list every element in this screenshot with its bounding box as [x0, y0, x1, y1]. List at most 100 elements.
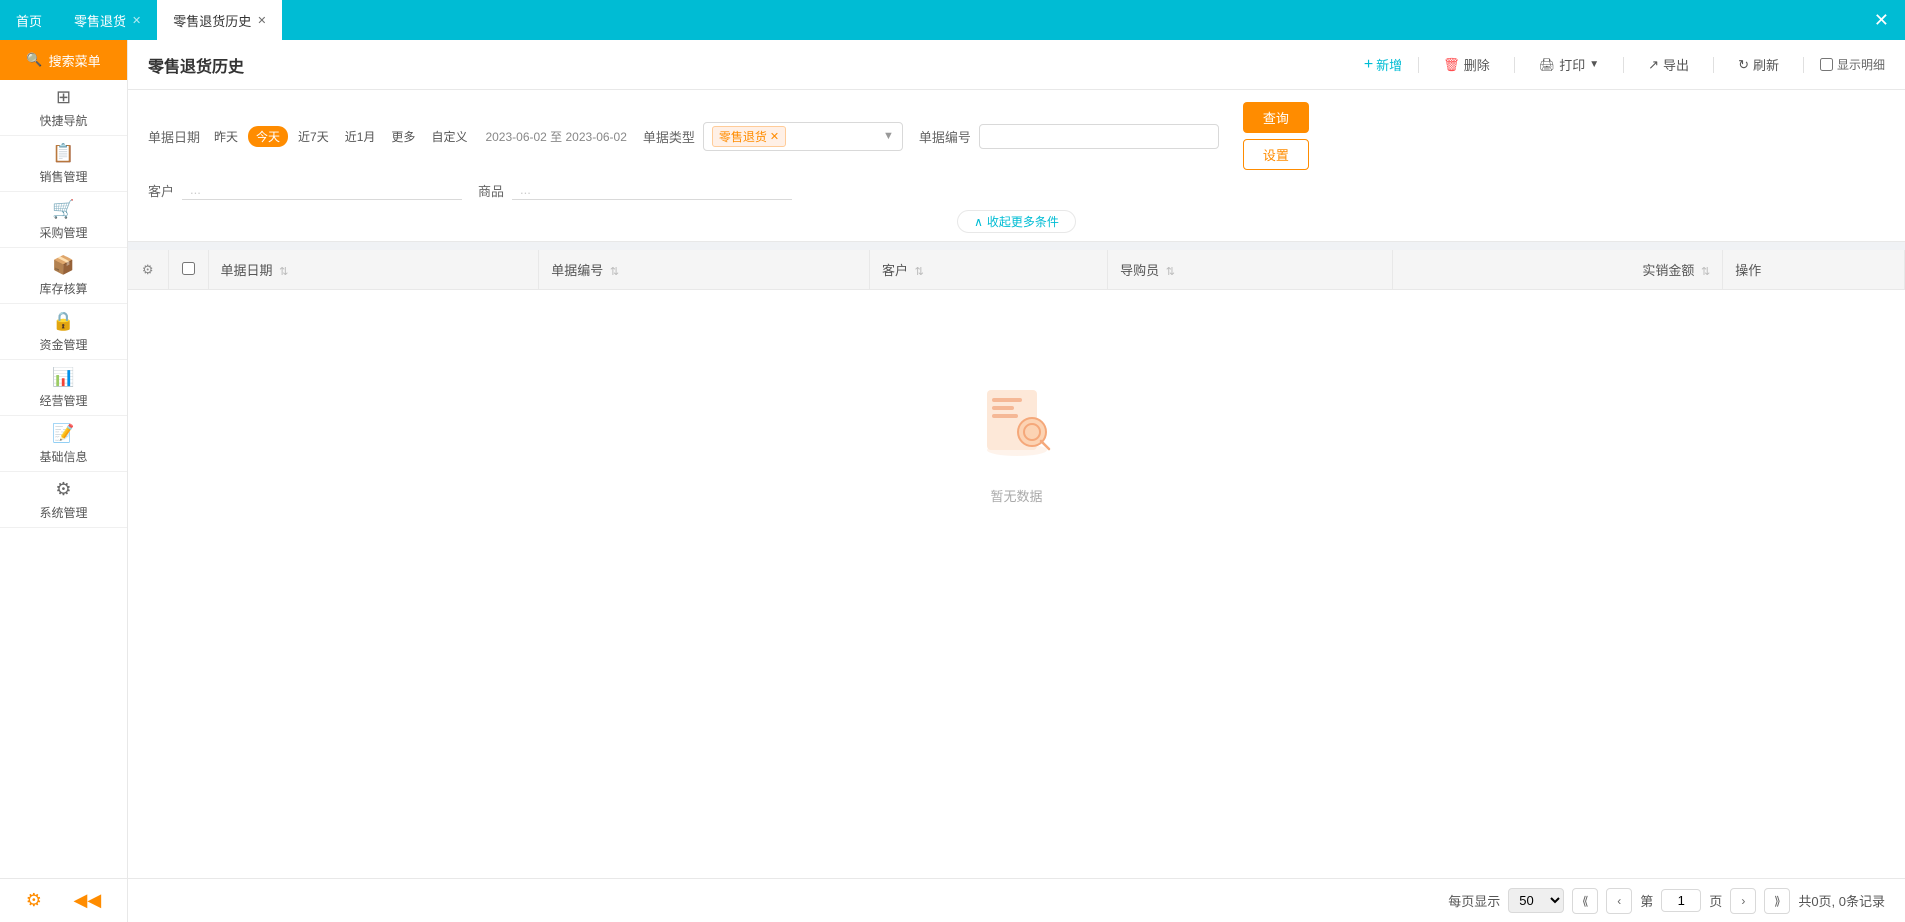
filter-main: 单据日期 昨天 今天 近7天 近1月 更多 自定义 2023-06-02 至 2… — [148, 102, 1885, 233]
date-opt-1month[interactable]: 近1月 — [339, 126, 382, 147]
sidebar-item-purchase-mgmt-label: 采购管理 — [39, 224, 87, 241]
tab-retail-return-history[interactable]: 零售退货历史 ✕ — [157, 0, 282, 40]
page-header: 零售退货历史 + 新增 🗑 删除 🖨 打印 ▼ — [128, 40, 1905, 90]
toolbar-divider-4 — [1713, 57, 1714, 73]
collapse-button[interactable]: ∧ 收起更多条件 — [957, 210, 1076, 233]
tab-home-label: 首页 — [16, 11, 42, 30]
customer-input[interactable]: ... — [182, 180, 462, 200]
filter-doc-no-input[interactable] — [979, 124, 1219, 149]
th-number-label: 单据编号 — [551, 263, 603, 278]
new-button[interactable]: + 新增 — [1364, 55, 1402, 74]
sidebar-item-sales-mgmt[interactable]: 📋 销售管理 — [0, 136, 127, 192]
sidebar-item-purchase-mgmt[interactable]: 🛒 采购管理 — [0, 192, 127, 248]
date-opt-more[interactable]: 更多 — [385, 126, 421, 147]
goods-input[interactable]: ... — [512, 180, 792, 200]
filter-date-options: 昨天 今天 近7天 近1月 更多 自定义 — [208, 126, 473, 147]
page-last-button[interactable]: ⟫ — [1764, 888, 1790, 914]
date-opt-yesterday[interactable]: 昨天 — [208, 126, 244, 147]
filter-goods-label: 商品 — [478, 181, 504, 200]
goods-placeholder: ... — [520, 182, 531, 197]
top-bar: 首页 零售退货 ✕ 零售退货历史 ✕ ✕ — [0, 0, 1905, 40]
action-buttons: 查询 设置 — [1243, 102, 1309, 170]
purchase-mgmt-icon: 🛒 — [52, 199, 74, 220]
page-title: 零售退货历史 — [148, 53, 244, 77]
th-settings[interactable]: ⚙ — [128, 250, 168, 290]
select-all-checkbox[interactable] — [182, 262, 195, 275]
tab-home[interactable]: 首页 — [0, 0, 58, 40]
sidebar: 🔍 搜索菜单 ⊞ 快捷导航 📋 销售管理 🛒 采购管理 📦 库存核算 🔒 — [0, 40, 128, 922]
th-date[interactable]: 单据日期 ⇅ — [208, 250, 539, 290]
page-next-button[interactable]: › — [1730, 888, 1756, 914]
filter-row-1: 单据日期 昨天 今天 近7天 近1月 更多 自定义 2023-06-02 至 2… — [148, 102, 1885, 170]
toolbar-divider-3 — [1623, 57, 1624, 73]
date-opt-today[interactable]: 今天 — [248, 126, 288, 147]
th-guide-label: 导购员 — [1120, 263, 1159, 278]
th-action-label: 操作 — [1735, 263, 1761, 278]
content-area: 零售退货历史 + 新增 🗑 删除 🖨 打印 ▼ — [128, 40, 1905, 922]
sidebar-search[interactable]: 🔍 搜索菜单 — [0, 40, 127, 80]
date-opt-custom[interactable]: 自定义 — [425, 126, 473, 147]
th-customer[interactable]: 客户 ⇅ — [869, 250, 1107, 290]
filter-doc-type-box[interactable]: 零售退货 ✕ ▼ — [703, 122, 903, 151]
page-first-button[interactable]: ⟪ — [1572, 888, 1598, 914]
empty-state: 暂无数据 — [128, 290, 1905, 585]
sidebar-item-sales-mgmt-label: 销售管理 — [39, 168, 87, 185]
data-table: ⚙ 单据日期 ⇅ 单据编号 ⇅ 客户 — [128, 250, 1905, 290]
show-details-label[interactable]: 显示明细 — [1820, 56, 1885, 73]
empty-text: 暂无数据 — [990, 486, 1042, 505]
th-amount[interactable]: 实销金额 ⇅ — [1392, 250, 1723, 290]
operations-icon: 📊 — [52, 367, 74, 388]
sidebar-item-basic-info-label: 基础信息 — [39, 448, 87, 465]
date-opt-7days[interactable]: 近7天 — [292, 126, 335, 147]
refresh-button[interactable]: ↻ 刷新 — [1730, 51, 1787, 78]
search-icon: 🔍 — [26, 52, 42, 68]
sidebar-item-finance[interactable]: 🔒 资金管理 — [0, 304, 127, 360]
settings-button[interactable]: 设置 — [1243, 139, 1309, 170]
filter-doc-type-tag-close[interactable]: ✕ — [770, 130, 779, 143]
print-arrow-icon: ▼ — [1589, 59, 1599, 70]
empty-icon — [967, 370, 1067, 470]
close-window-button[interactable]: ✕ — [1874, 10, 1905, 31]
sidebar-item-system[interactable]: ⚙ 系统管理 — [0, 472, 127, 528]
sidebar-item-operations[interactable]: 📊 经营管理 — [0, 360, 127, 416]
toolbar-divider-1 — [1418, 57, 1419, 73]
export-button[interactable]: ↗ 导出 — [1640, 51, 1697, 78]
th-customer-label: 客户 — [882, 263, 908, 278]
th-action: 操作 — [1723, 250, 1905, 290]
filter-customer-field: 客户 ... — [148, 180, 462, 200]
th-checkbox[interactable] — [168, 250, 208, 290]
footer-settings-icon[interactable]: ⚙ — [26, 890, 42, 911]
page-prev-button[interactable]: ‹ — [1606, 888, 1632, 914]
tab-retail-return-label: 零售退货 — [74, 11, 126, 30]
sidebar-item-inventory[interactable]: 📦 库存核算 — [0, 248, 127, 304]
sidebar-item-operations-label: 经营管理 — [39, 392, 87, 409]
show-details-checkbox[interactable] — [1820, 58, 1833, 71]
page-label: 第 — [1640, 891, 1653, 910]
print-button[interactable]: 🖨 打印 ▼ — [1531, 51, 1607, 78]
delete-button[interactable]: 🗑 删除 — [1435, 51, 1498, 78]
sidebar-menu: ⊞ 快捷导航 📋 销售管理 🛒 采购管理 📦 库存核算 🔒 资金管理 📊 — [0, 80, 127, 878]
refresh-icon: ↻ — [1738, 57, 1749, 73]
th-amount-label: 实销金额 — [1642, 263, 1694, 278]
tab-retail-return-history-close[interactable]: ✕ — [257, 14, 266, 27]
th-number[interactable]: 单据编号 ⇅ — [539, 250, 870, 290]
table-header-row: ⚙ 单据日期 ⇅ 单据编号 ⇅ 客户 — [128, 250, 1905, 290]
sidebar-search-label: 搜索菜单 — [49, 51, 101, 70]
tab-retail-return-close[interactable]: ✕ — [132, 14, 141, 27]
page-number-input[interactable] — [1661, 889, 1701, 912]
filter-section: 单据日期 昨天 今天 近7天 近1月 更多 自定义 2023-06-02 至 2… — [148, 102, 1885, 233]
th-customer-sort: ⇅ — [915, 266, 924, 278]
sidebar-item-finance-label: 资金管理 — [39, 336, 87, 353]
footer-audio-icon[interactable]: ◀◀ — [74, 890, 102, 911]
query-button[interactable]: 查询 — [1243, 102, 1309, 133]
sidebar-item-quick-nav[interactable]: ⊞ 快捷导航 — [0, 80, 127, 136]
filter-doc-type-tag-text: 零售退货 — [719, 128, 767, 145]
sidebar-item-basic-info[interactable]: 📝 基础信息 — [0, 416, 127, 472]
collapse-button-label: 收起更多条件 — [987, 213, 1059, 230]
table-area: ⚙ 单据日期 ⇅ 单据编号 ⇅ 客户 — [128, 250, 1905, 878]
print-button-label: 打印 — [1559, 55, 1585, 74]
th-guide[interactable]: 导购员 ⇅ — [1108, 250, 1392, 290]
per-page-select[interactable]: 20 50 100 — [1508, 888, 1564, 913]
filter-date-range: 2023-06-02 至 2023-06-02 — [485, 128, 626, 145]
tab-retail-return[interactable]: 零售退货 ✕ — [58, 0, 157, 40]
